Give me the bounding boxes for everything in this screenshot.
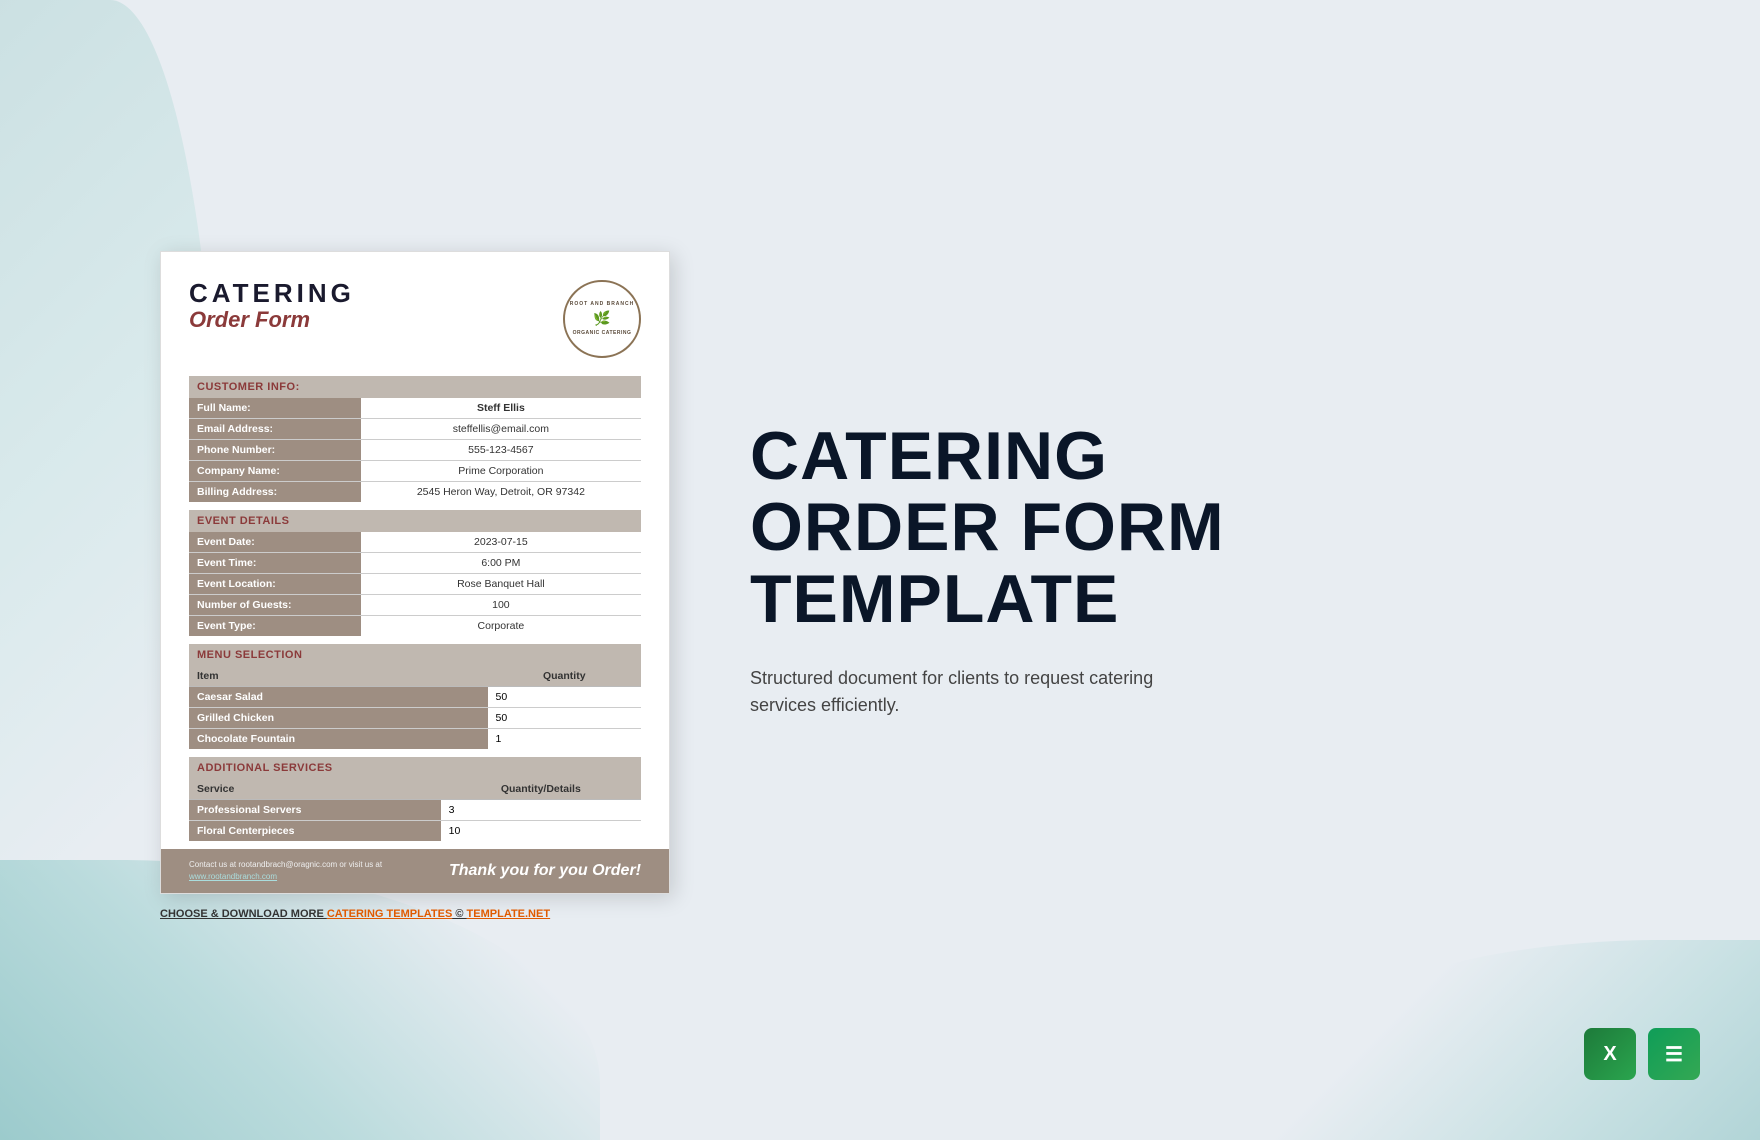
menu-quantity: 1 — [488, 728, 641, 749]
field-value-phone: 555-123-4567 — [361, 439, 641, 460]
field-value-date: 2023-07-15 — [361, 532, 641, 553]
table-row: Phone Number: 555-123-4567 — [189, 439, 641, 460]
right-title: CATERING ORDER FORM TEMPLATE — [750, 421, 1700, 635]
menu-item: Grilled Chicken — [189, 707, 488, 728]
service-item: Professional Servers — [189, 799, 441, 820]
table-row: Event Time: 6:00 PM — [189, 552, 641, 573]
menu-quantity: 50 — [488, 686, 641, 707]
catering-templates-link[interactable]: CATERING TEMPLATES — [327, 908, 452, 920]
menu-selection-header: MENU SELECTION — [189, 644, 641, 666]
field-value-guests: 100 — [361, 594, 641, 615]
table-row: Full Name: Steff Ellis — [189, 398, 641, 419]
table-row: Chocolate Fountain 1 — [189, 728, 641, 749]
right-subtitle: Structured document for clients to reque… — [750, 665, 1170, 719]
customer-info-header: CUSTOMER INFO: — [189, 376, 641, 398]
field-label: Event Type: — [189, 615, 361, 636]
additional-services-header: ADDITIONAL SERVICES — [189, 757, 641, 779]
service-item: Floral Centerpieces — [189, 820, 441, 841]
table-row: Billing Address: 2545 Heron Way, Detroit… — [189, 481, 641, 502]
menu-item: Caesar Salad — [189, 686, 488, 707]
table-row: Company Name: Prime Corporation — [189, 460, 641, 481]
field-value-email: steffellis@email.com — [361, 418, 641, 439]
table-row: Professional Servers 3 — [189, 799, 641, 820]
bottom-link: CHOOSE & DOWNLOAD MORE CATERING TEMPLATE… — [160, 908, 670, 920]
table-row: Grilled Chicken 50 — [189, 707, 641, 728]
logo-arc-bottom: ORGANIC CATERING — [570, 330, 635, 337]
table-row: Floral Centerpieces 10 — [189, 820, 641, 841]
app-icons: X ☰ — [1584, 1028, 1700, 1080]
right-panel: CATERING ORDER FORM TEMPLATE Structured … — [750, 421, 1760, 719]
footer-contact: Contact us at rootandbrach@oragnic.com o… — [189, 859, 382, 883]
right-title-line3: TEMPLATE — [750, 564, 1700, 635]
additional-services-table: Service Quantity/Details Professional Se… — [189, 779, 641, 841]
field-label: Billing Address: — [189, 481, 361, 502]
services-column-headers: Service Quantity/Details — [189, 779, 641, 800]
col-details-header: Quantity/Details — [441, 779, 641, 800]
excel-icon[interactable]: X — [1584, 1028, 1636, 1080]
footer-link[interactable]: www.rootandbranch.com — [189, 872, 277, 881]
col-quantity-header: Quantity — [488, 666, 641, 687]
customer-info-table: Full Name: Steff Ellis Email Address: st… — [189, 398, 641, 502]
document-header: CATERING Order Form ROOT AND BRANCH 🌿 OR… — [189, 280, 641, 358]
table-row: Email Address: steffellis@email.com — [189, 418, 641, 439]
table-row: Event Location: Rose Banquet Hall — [189, 573, 641, 594]
field-value-type: Corporate — [361, 615, 641, 636]
table-row: Caesar Salad 50 — [189, 686, 641, 707]
field-label: Event Time: — [189, 552, 361, 573]
logo-arc-top: ROOT AND BRANCH — [570, 301, 635, 308]
field-label: Company Name: — [189, 460, 361, 481]
document-footer: Contact us at rootandbrach@oragnic.com o… — [161, 849, 669, 893]
right-title-line1: CATERING — [750, 421, 1700, 492]
footer-thankyou: Thank you for you Order! — [449, 862, 641, 880]
logo-icon: 🌿 — [570, 309, 635, 327]
table-row: Event Type: Corporate — [189, 615, 641, 636]
menu-column-headers: Item Quantity — [189, 666, 641, 687]
field-label: Full Name: — [189, 398, 361, 419]
field-label: Event Date: — [189, 532, 361, 553]
right-title-line2: ORDER FORM — [750, 492, 1700, 563]
field-value-time: 6:00 PM — [361, 552, 641, 573]
col-service-header: Service — [189, 779, 441, 800]
table-row: Event Date: 2023-07-15 — [189, 532, 641, 553]
event-details-table: Event Date: 2023-07-15 Event Time: 6:00 … — [189, 532, 641, 636]
title-catering: CATERING — [189, 280, 355, 306]
event-details-header: EVENT DETAILS — [189, 510, 641, 532]
field-value-fullname: Steff Ellis — [361, 398, 641, 419]
document-title: CATERING Order Form — [189, 280, 355, 335]
field-label: Email Address: — [189, 418, 361, 439]
template-net-link[interactable]: TEMPLATE.NET — [467, 908, 551, 920]
table-row: Number of Guests: 100 — [189, 594, 641, 615]
field-value-billing: 2545 Heron Way, Detroit, OR 97342 — [361, 481, 641, 502]
field-value-location: Rose Banquet Hall — [361, 573, 641, 594]
service-quantity: 3 — [441, 799, 641, 820]
col-item-header: Item — [189, 666, 488, 687]
field-label: Event Location: — [189, 573, 361, 594]
menu-selection-table: Item Quantity Caesar Salad 50 Grilled Ch… — [189, 666, 641, 749]
field-value-company: Prime Corporation — [361, 460, 641, 481]
title-order: Order Form — [189, 306, 355, 335]
field-label: Phone Number: — [189, 439, 361, 460]
catering-form-document: CATERING Order Form ROOT AND BRANCH 🌿 OR… — [160, 251, 670, 894]
sheets-icon[interactable]: ☰ — [1648, 1028, 1700, 1080]
document-panel: CATERING Order Form ROOT AND BRANCH 🌿 OR… — [160, 251, 670, 920]
field-label: Number of Guests: — [189, 594, 361, 615]
menu-item: Chocolate Fountain — [189, 728, 488, 749]
menu-quantity: 50 — [488, 707, 641, 728]
service-quantity: 10 — [441, 820, 641, 841]
brand-logo: ROOT AND BRANCH 🌿 ORGANIC CATERING — [563, 280, 641, 358]
